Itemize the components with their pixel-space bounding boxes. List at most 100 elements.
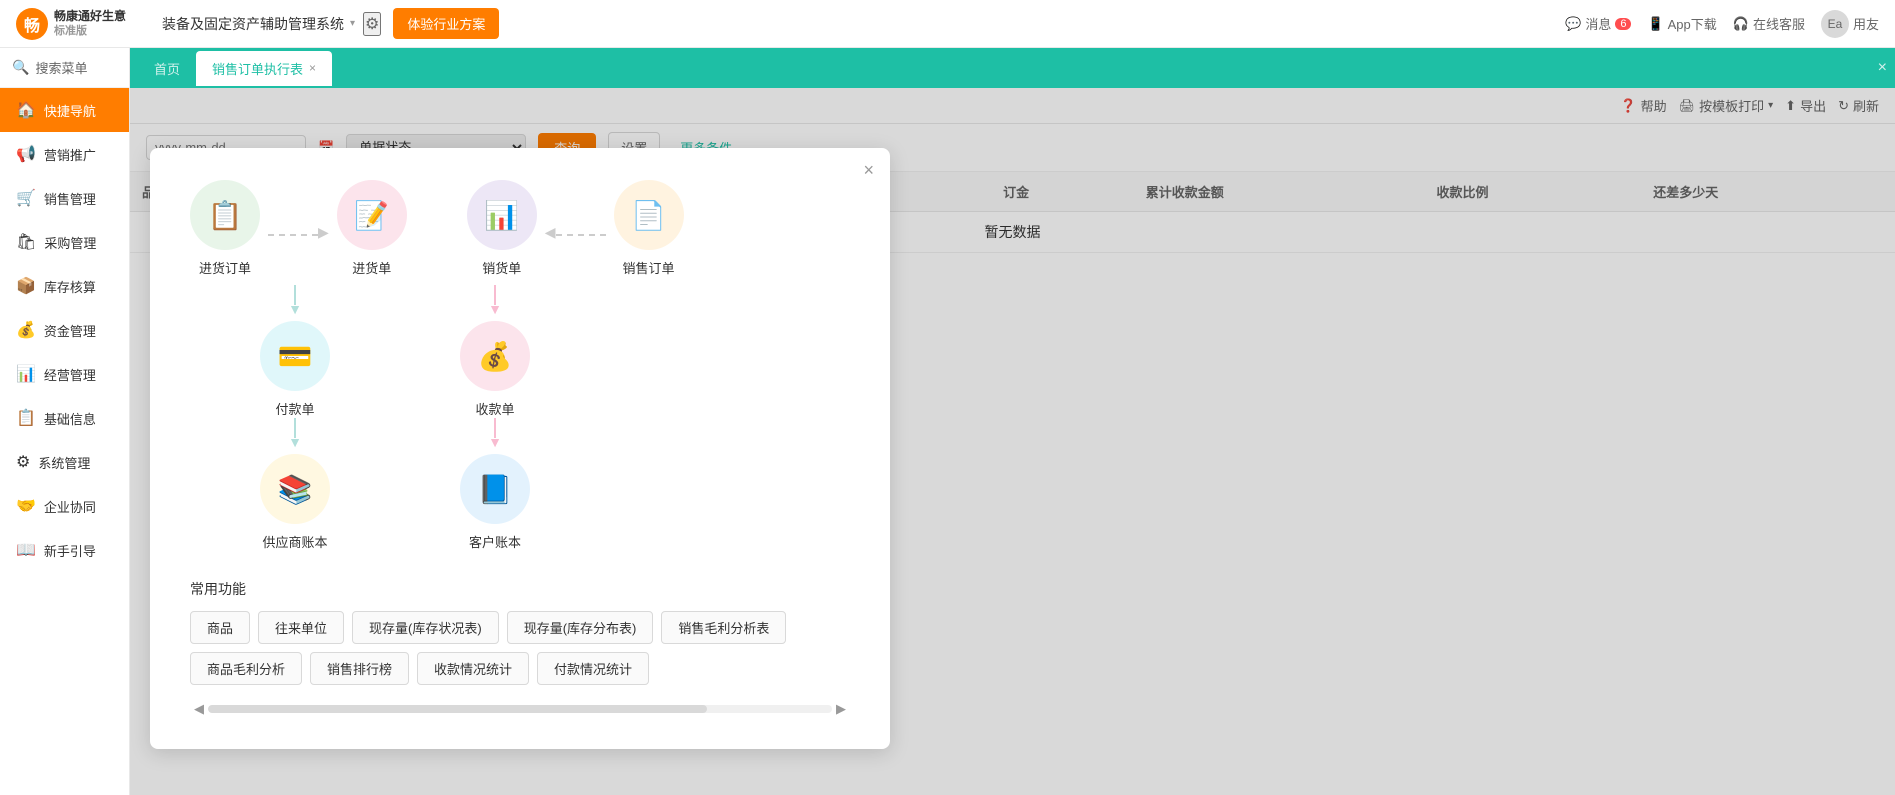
- function-btn-现存量(库存状况表)[interactable]: 现存量(库存状况表): [352, 611, 499, 644]
- online-service-item[interactable]: 🎧 在线客服: [1733, 14, 1805, 33]
- tab-home[interactable]: 首页: [138, 51, 196, 86]
- tab-sales-execution[interactable]: 销售订单执行表 ×: [196, 51, 332, 86]
- payment-bill-label: 付款单: [275, 399, 314, 418]
- message-item[interactable]: 💬 消息 6: [1565, 14, 1631, 33]
- function-btn-商品[interactable]: 商品: [190, 611, 250, 644]
- flow-item-sales-bill: 📊 销货单: [467, 180, 537, 277]
- message-label: 消息: [1585, 14, 1611, 33]
- receipt-bill-label: 收款单: [475, 399, 514, 418]
- scroll-left-arrow[interactable]: ◀: [190, 701, 208, 717]
- purchase-bill-label: 进货单: [352, 258, 391, 277]
- receipt-bill-icon: 💰: [460, 321, 530, 391]
- sidebar-item-quick-nav[interactable]: 🏠 快捷导航: [0, 88, 129, 132]
- headset-icon: 🎧: [1733, 16, 1749, 32]
- search-menu-label: 搜索菜单: [35, 58, 87, 77]
- search-menu[interactable]: 🔍 搜索菜单: [0, 48, 129, 88]
- function-btn-付款情况统计[interactable]: 付款情况统计: [537, 652, 649, 685]
- main-area: 🔍 搜索菜单 🏠 快捷导航 📢营销推广 🛒 销售管理 🛍采购管理 📦 库存核算 💰资金管理 📊 经营…: [0, 48, 1895, 795]
- sidebar-label-inventory: 库存核算: [44, 277, 96, 296]
- sidebar-item-basic[interactable]: 📋 基础信息: [0, 396, 129, 440]
- phone-icon: 📱: [1647, 16, 1663, 32]
- function-btn-商品毛利分析[interactable]: 商品毛利分析: [190, 652, 302, 685]
- sidebar-item-newbie[interactable]: 📖 新手引导: [0, 528, 129, 572]
- top-right-area: 💬 消息 6 📱 App下载 🎧 在线客服 Ea 用友: [1565, 10, 1879, 38]
- search-icon: 🔍: [12, 59, 29, 76]
- sidebar-item-management[interactable]: 📊 经营管理: [0, 352, 129, 396]
- purchase-order-icon: 📋: [190, 180, 260, 250]
- function-btn-销售排行榜[interactable]: 销售排行榜: [310, 652, 409, 685]
- tab-home-label: 首页: [154, 59, 180, 78]
- system-title-area: 装备及固定资产辅助管理系统 ▾: [162, 14, 355, 34]
- flow-item-sales-order: 📄 销售订单: [614, 180, 684, 277]
- common-functions-title: 常用功能: [190, 579, 850, 599]
- sidebar-item-purchase[interactable]: 🛍采购管理: [0, 220, 129, 264]
- sidebar-item-marketing[interactable]: 📢营销推广: [0, 132, 129, 176]
- sidebar-item-inventory[interactable]: 📦 库存核算: [0, 264, 129, 308]
- sidebar-icon-inventory: 📦: [16, 276, 36, 296]
- logo-line2: 标准版: [54, 24, 126, 38]
- function-btn-收款情况统计[interactable]: 收款情况统计: [417, 652, 529, 685]
- sidebar-icon-management: 📊: [16, 364, 36, 384]
- popup-close-button[interactable]: ×: [863, 160, 874, 181]
- message-badge: 6: [1615, 18, 1631, 30]
- app-download-label: App下载: [1668, 14, 1717, 33]
- common-functions: 常用功能 商品往来单位现存量(库存状况表)现存量(库存分布表)销售毛利分析表商品…: [190, 579, 850, 685]
- tab-close-icon[interactable]: ×: [309, 61, 316, 75]
- online-service-label: 在线客服: [1753, 14, 1805, 33]
- sidebar-label-sales: 销售管理: [44, 189, 96, 208]
- sidebar-icon-basic: 📋: [16, 408, 36, 428]
- sales-bill-icon: 📊: [467, 180, 537, 250]
- flow-item-purchase-bill: 📝 进货单: [337, 180, 407, 277]
- sidebar-label-management: 经营管理: [44, 365, 96, 384]
- scroll-right-arrow[interactable]: ▶: [832, 701, 850, 717]
- purchase-bill-icon: 📝: [337, 180, 407, 250]
- function-btn-现存量(库存分布表)[interactable]: 现存量(库存分布表): [507, 611, 654, 644]
- sidebar-label-enterprise: 企业协同: [44, 497, 96, 516]
- flow-item-supplier-account: 📚 供应商账本: [260, 454, 330, 551]
- scroll-bar-container[interactable]: [208, 705, 832, 713]
- logo-line1: 畅康通好生意: [54, 9, 126, 25]
- logo-icon: 畅: [16, 8, 48, 40]
- logo-char: 畅: [24, 12, 40, 36]
- content-panel: ❓ 帮助 🖨 按模板打印 ▾ ⬆ 导出 ↻ 刷新: [130, 88, 1895, 795]
- function-btn-往来单位[interactable]: 往来单位: [258, 611, 344, 644]
- logo-area: 畅 畅康通好生意 标准版: [16, 8, 146, 40]
- avatar: Ea: [1821, 10, 1849, 38]
- sidebar-item-system[interactable]: ⚙系统管理: [0, 440, 129, 484]
- sidebar-icon-purchase: 🛍: [16, 232, 36, 252]
- sidebar-item-enterprise[interactable]: 🤝企业协同: [0, 484, 129, 528]
- user-item[interactable]: Ea 用友: [1821, 10, 1879, 38]
- scroll-hint: ◀ ▶: [190, 701, 850, 717]
- tab-sales-label: 销售订单执行表: [212, 59, 303, 78]
- gear-button[interactable]: ⚙: [363, 12, 381, 36]
- customer-account-icon: 📘: [460, 454, 530, 524]
- sidebar-icon-quick-nav: 🏠: [16, 100, 36, 120]
- sidebar-label-newbie: 新手引导: [44, 541, 96, 560]
- system-title-text: 装备及固定资产辅助管理系统: [162, 14, 344, 34]
- function-btn-销售毛利分析表[interactable]: 销售毛利分析表: [661, 611, 786, 644]
- sidebar-label-quick-nav: 快捷导航: [44, 101, 96, 120]
- user-label: 用友: [1853, 14, 1879, 33]
- top-bar: 畅 畅康通好生意 标准版 装备及固定资产辅助管理系统 ▾ ⚙ 体验行业方案 💬 …: [0, 0, 1895, 48]
- payment-bill-icon: 💳: [260, 321, 330, 391]
- flow-item-purchase-order: 📋 进货订单: [190, 180, 260, 277]
- sidebar: 🔍 搜索菜单 🏠 快捷导航 📢营销推广 🛒 销售管理 🛍采购管理 📦 库存核算 💰资金管理 📊 经营…: [0, 48, 130, 795]
- sidebar-label-basic: 基础信息: [44, 409, 96, 428]
- sidebar-item-finance[interactable]: 💰资金管理: [0, 308, 129, 352]
- supplier-account-icon: 📚: [260, 454, 330, 524]
- sidebar-icon-finance: 💰: [16, 320, 36, 340]
- sidebar-icon-newbie: 📖: [16, 540, 36, 560]
- trial-button[interactable]: 体验行业方案: [393, 8, 499, 39]
- system-dropdown-arrow[interactable]: ▾: [350, 18, 355, 29]
- sidebar-item-sales[interactable]: 🛒 销售管理: [0, 176, 129, 220]
- function-buttons: 商品往来单位现存量(库存状况表)现存量(库存分布表)销售毛利分析表商品毛利分析销…: [190, 611, 850, 685]
- tab-bar-close-button[interactable]: ×: [1878, 59, 1887, 77]
- purchase-order-label: 进货订单: [199, 258, 251, 277]
- popup-overlay: × 📋: [130, 88, 1895, 795]
- popup-box: × 📋: [150, 148, 890, 749]
- flow-item-payment-bill: 💳 付款单: [260, 321, 330, 418]
- tab-bar: 首页 销售订单执行表 × ×: [130, 48, 1895, 88]
- message-icon: 💬: [1565, 16, 1581, 32]
- app-download-item[interactable]: 📱 App下载: [1647, 14, 1716, 33]
- sidebar-icon-sales: 🛒: [16, 188, 36, 208]
